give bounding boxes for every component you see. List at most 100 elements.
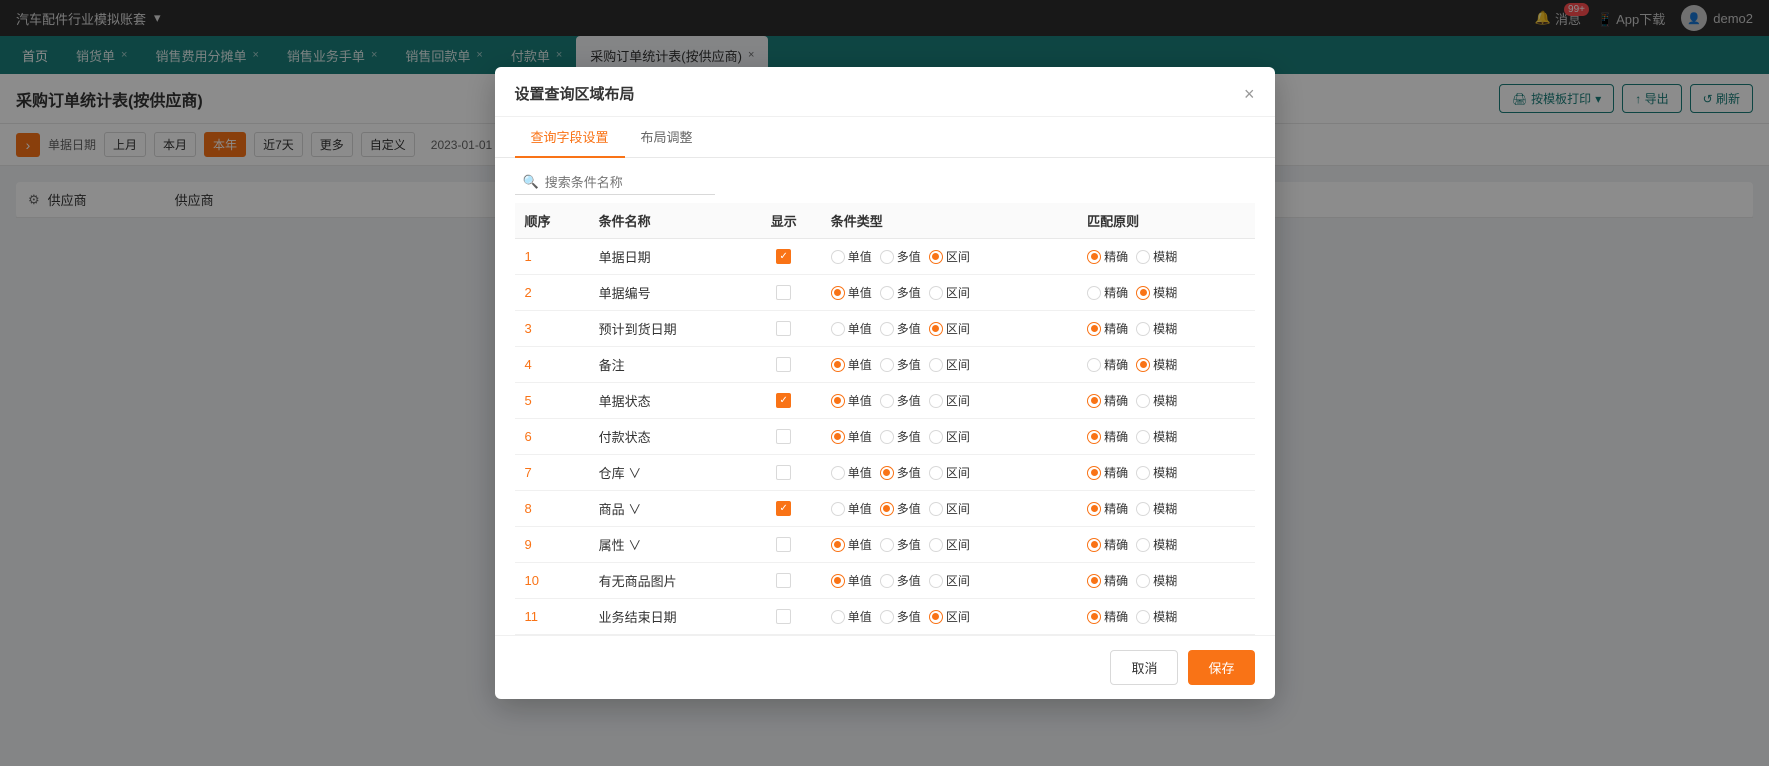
type-radio-item[interactable]: 多值 [880,284,921,301]
match-radio-item[interactable]: 模糊 [1136,392,1177,409]
match-radio-item[interactable]: 精确 [1087,284,1128,301]
match-radio-item[interactable]: 模糊 [1136,536,1177,553]
show-checkbox[interactable] [776,609,791,624]
match-radio-item[interactable]: 精确 [1087,500,1128,517]
type-radio-item[interactable]: 区间 [929,284,970,301]
radio-dot [831,466,845,480]
type-radio-item[interactable]: 单值 [831,248,872,265]
row-seq: 10 [515,563,589,599]
radio-dot [929,430,943,444]
type-radio-item[interactable]: 单值 [831,356,872,373]
type-radio-item[interactable]: 单值 [831,572,872,589]
row-seq: 3 [515,311,589,347]
match-radio-item[interactable]: 模糊 [1136,248,1177,265]
row-checkbox-cell [747,275,821,311]
match-radio-item[interactable]: 精确 [1087,428,1128,445]
dialog-close-button[interactable]: × [1244,85,1255,103]
match-radio-item[interactable]: 模糊 [1136,572,1177,589]
type-radio-item[interactable]: 多值 [880,608,921,625]
type-radio-item[interactable]: 单值 [831,536,872,553]
type-radio-item[interactable]: 区间 [929,572,970,589]
radio-dot [831,574,845,588]
match-radio-item[interactable]: 精确 [1087,572,1128,589]
type-radio-item[interactable]: 区间 [929,356,970,373]
match-radio-item[interactable]: 模糊 [1136,428,1177,445]
row-name: 单据编号 [589,275,747,311]
type-radio-item[interactable]: 单值 [831,284,872,301]
show-checkbox[interactable] [776,537,791,552]
radio-dot [929,466,943,480]
modal-overlay: 设置查询区域布局 × 查询字段设置 布局调整 🔍 顺序 [0,0,1769,766]
type-radio-item[interactable]: 区间 [929,248,970,265]
match-radio-item[interactable]: 精确 [1087,320,1128,337]
type-radio-item[interactable]: 区间 [929,500,970,517]
type-radio-item[interactable]: 多值 [880,428,921,445]
row-name: 商品 ∨ [589,491,747,527]
type-radio-item[interactable]: 区间 [929,464,970,481]
show-checkbox[interactable] [776,249,791,264]
match-radio-item[interactable]: 模糊 [1136,500,1177,517]
show-checkbox[interactable] [776,393,791,408]
show-checkbox[interactable] [776,357,791,372]
type-radio-item[interactable]: 多值 [880,464,921,481]
row-type-cell: 单值多值区间 [821,239,1077,275]
radio-dot [1087,538,1101,552]
row-seq: 8 [515,491,589,527]
search-input[interactable] [545,175,705,190]
match-radio-item[interactable]: 模糊 [1136,356,1177,373]
cancel-button[interactable]: 取消 [1110,650,1178,685]
dialog-tab-query-fields[interactable]: 查询字段设置 [515,117,625,158]
type-radio-item[interactable]: 多值 [880,536,921,553]
type-radio-item[interactable]: 多值 [880,572,921,589]
match-radio-item[interactable]: 模糊 [1136,464,1177,481]
type-radio-item[interactable]: 多值 [880,320,921,337]
radio-dot [1136,538,1150,552]
match-radio-item[interactable]: 精确 [1087,248,1128,265]
save-button[interactable]: 保存 [1188,650,1254,685]
row-name: 付款状态 [589,419,747,455]
radio-dot [929,502,943,516]
radio-dot [880,610,894,624]
table-row: 2单据编号单值多值区间精确模糊 [515,275,1255,311]
dialog-tab-layout[interactable]: 布局调整 [625,117,709,158]
type-radio-item[interactable]: 单值 [831,500,872,517]
type-radio-item[interactable]: 多值 [880,500,921,517]
type-radio-item[interactable]: 区间 [929,320,970,337]
show-checkbox[interactable] [776,501,791,516]
show-checkbox[interactable] [776,321,791,336]
type-radio-item[interactable]: 区间 [929,536,970,553]
match-radio-item[interactable]: 模糊 [1136,320,1177,337]
type-radio-item[interactable]: 单值 [831,608,872,625]
show-checkbox[interactable] [776,465,791,480]
row-name: 预计到货日期 [589,311,747,347]
row-seq: 4 [515,347,589,383]
type-radio-item[interactable]: 单值 [831,320,872,337]
row-seq: 5 [515,383,589,419]
type-radio-item[interactable]: 多值 [880,356,921,373]
type-radio-item[interactable]: 多值 [880,392,921,409]
radio-dot [929,250,943,264]
table-row: 9属性 ∨单值多值区间精确模糊 [515,527,1255,563]
match-radio-item[interactable]: 精确 [1087,536,1128,553]
type-radio-item[interactable]: 区间 [929,428,970,445]
type-radio-item[interactable]: 多值 [880,248,921,265]
match-radio-item[interactable]: 模糊 [1136,284,1177,301]
show-checkbox[interactable] [776,285,791,300]
match-radio-item[interactable]: 精确 [1087,608,1128,625]
type-radio-item[interactable]: 区间 [929,608,970,625]
type-radio-item[interactable]: 单值 [831,428,872,445]
row-checkbox-cell [747,311,821,347]
dialog-tabs: 查询字段设置 布局调整 [495,117,1275,158]
show-checkbox[interactable] [776,573,791,588]
type-radio-item[interactable]: 单值 [831,464,872,481]
type-radio-item[interactable]: 区间 [929,392,970,409]
match-radio-item[interactable]: 精确 [1087,464,1128,481]
match-radio-item[interactable]: 精确 [1087,392,1128,409]
col-name: 条件名称 [589,203,747,239]
type-radio-item[interactable]: 单值 [831,392,872,409]
table-row: 4备注单值多值区间精确模糊 [515,347,1255,383]
radio-dot [1136,574,1150,588]
show-checkbox[interactable] [776,429,791,444]
match-radio-item[interactable]: 模糊 [1136,608,1177,625]
match-radio-item[interactable]: 精确 [1087,356,1128,373]
